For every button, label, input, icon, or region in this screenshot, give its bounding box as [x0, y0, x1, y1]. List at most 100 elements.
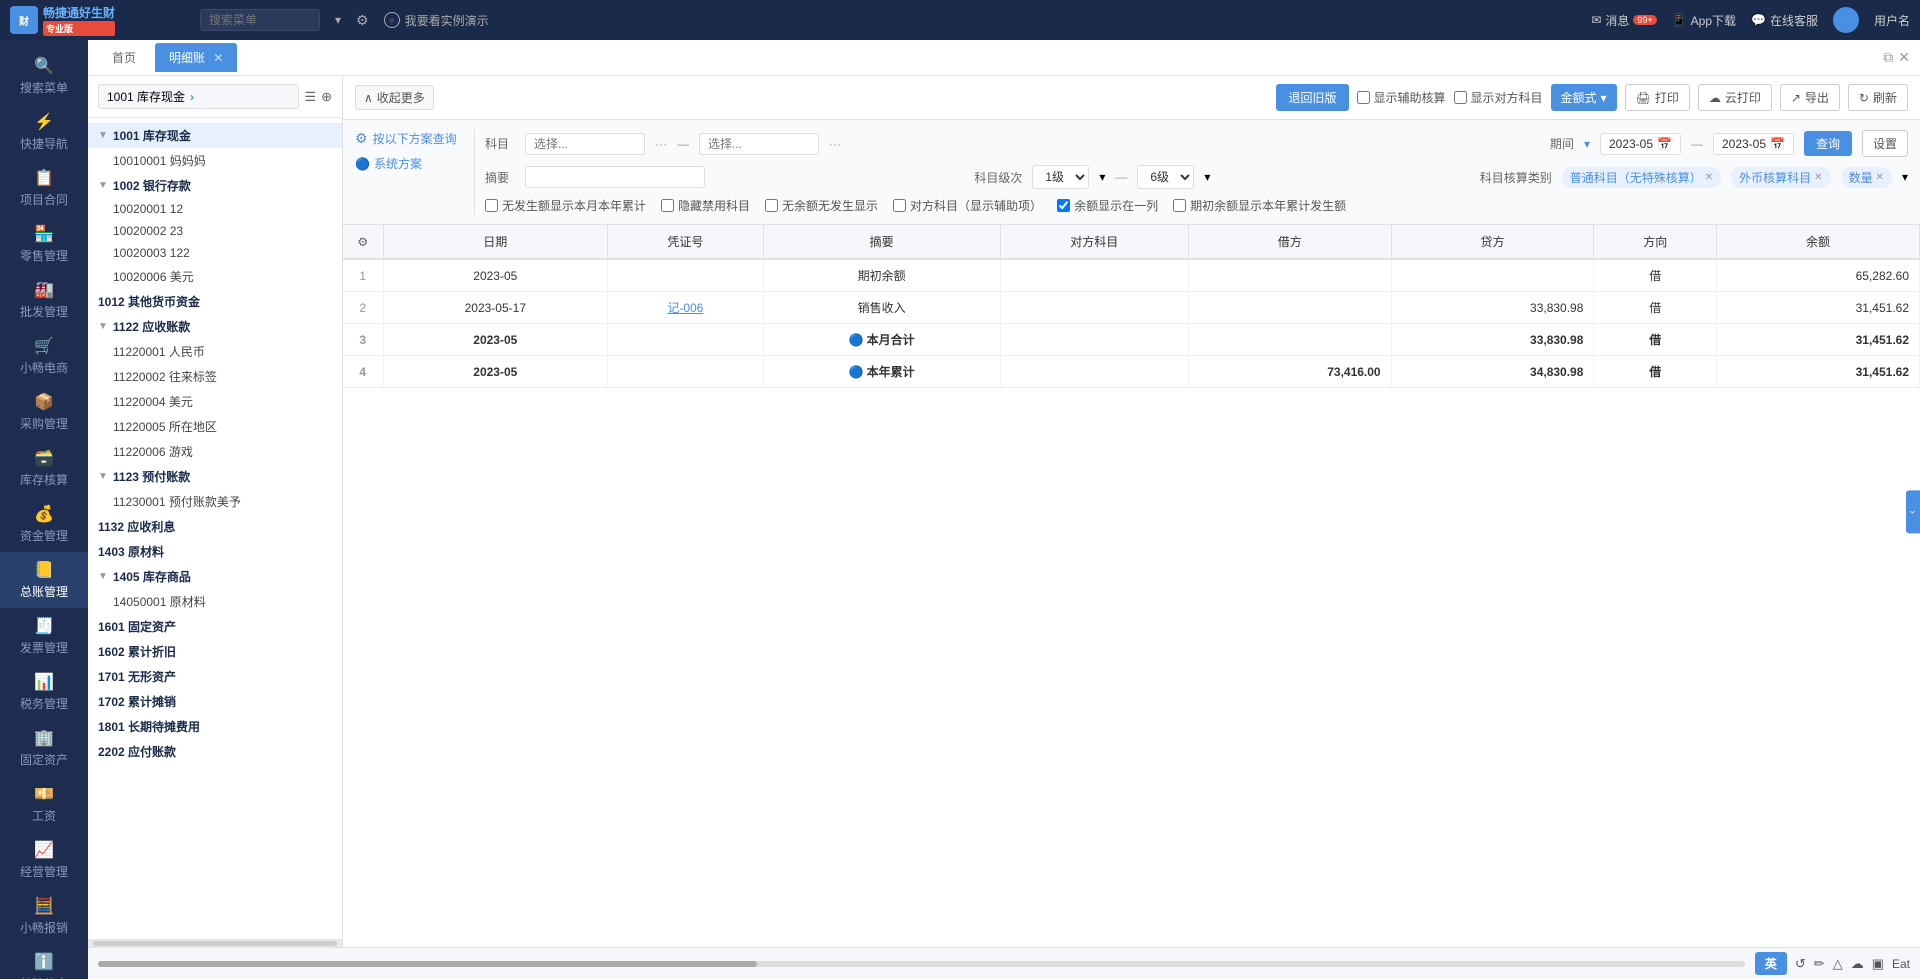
tree-item-11230001[interactable]: 11230001 预付账款美予	[88, 489, 342, 514]
show-contra-checkbox[interactable]	[1454, 91, 1467, 104]
sidebar-item-basic-info[interactable]: ℹ️ 基础信息	[0, 944, 88, 979]
sidebar-item-search[interactable]: 🔍 搜索菜单	[0, 48, 88, 104]
amount-format-btn[interactable]: 金额式 ▾	[1551, 84, 1617, 111]
lang-switch-btn[interactable]: 英	[1755, 952, 1787, 975]
tree-item-1132[interactable]: 1132 应收利息	[88, 514, 342, 539]
tree-item-11220006[interactable]: 11220006 游戏	[88, 439, 342, 464]
level-to-select[interactable]: 6级	[1137, 165, 1194, 189]
tag-close-quantity[interactable]: ✕	[1876, 172, 1884, 183]
tree-item-1801[interactable]: 1801 长期待摊费用	[88, 714, 342, 739]
tab-close-icon[interactable]: ✕	[213, 51, 223, 65]
sidebar-item-sales-report[interactable]: 🧮 小畅报销	[0, 888, 88, 944]
user-avatar[interactable]	[1833, 7, 1859, 33]
query-btn[interactable]: 查询	[1804, 131, 1852, 156]
topbar-settings-icon[interactable]: ⚙	[356, 12, 369, 29]
opt-opening-cb[interactable]	[1173, 199, 1186, 212]
th-settings[interactable]: ⚙	[343, 225, 383, 259]
app-download-btn[interactable]: 📱 App下载	[1672, 12, 1736, 29]
tree-item-1403[interactable]: 1403 原材料	[88, 539, 342, 564]
sidebar-item-wholesale[interactable]: 🏭 批发管理	[0, 272, 88, 328]
tree-item-1701[interactable]: 1701 无形资产	[88, 664, 342, 689]
collapse-btn[interactable]: ∧ 收起更多	[355, 85, 434, 110]
level-from-select[interactable]: 1级	[1032, 165, 1089, 189]
opt-balance-col-cb[interactable]	[1057, 199, 1070, 212]
sidebar-item-purchase[interactable]: 📦 采购管理	[0, 384, 88, 440]
tab-home[interactable]: 首页	[98, 43, 150, 72]
sidebar-item-invoice[interactable]: 🧾 发票管理	[0, 608, 88, 664]
print-btn[interactable]: 🖨 打印	[1625, 84, 1690, 111]
tree-item-1123[interactable]: ▼ 1123 预付账款	[88, 464, 342, 489]
summary-input[interactable]	[525, 166, 705, 188]
tree-item-10020003[interactable]: 10020003 122	[88, 242, 342, 264]
topbar-dropdown-btn[interactable]: ▾	[335, 13, 341, 27]
bottom-icon-5[interactable]: ▣	[1872, 956, 1884, 972]
sidebar-item-capital[interactable]: 💰 资金管理	[0, 496, 88, 552]
cloud-print-btn[interactable]: ☁ 云打印	[1698, 84, 1772, 111]
tag-close-normal[interactable]: ✕	[1705, 172, 1713, 183]
tree-item-1122[interactable]: ▼ 1122 应收账款	[88, 314, 342, 339]
opt-contra[interactable]: 对方科目（显示辅助项）	[893, 197, 1042, 214]
tree-item-11220002[interactable]: 11220002 往来标签	[88, 364, 342, 389]
opt-no-occurrence-cb[interactable]	[485, 199, 498, 212]
opt-no-balance-cb[interactable]	[765, 199, 778, 212]
tree-item-10010001[interactable]: 10010001 妈妈妈	[88, 148, 342, 173]
tree-item-1002[interactable]: ▼ 1002 银行存款	[88, 173, 342, 198]
sidebar-item-inventory[interactable]: 🗃️ 库存核算	[0, 440, 88, 496]
tab-close-all-btn[interactable]: ✕	[1898, 49, 1910, 66]
tree-item-10020001[interactable]: 10020001 12	[88, 198, 342, 220]
tree-item-1001[interactable]: ▼ 1001 库存现金	[88, 123, 342, 148]
filter-toggle-icon[interactable]: ⊕	[321, 89, 332, 105]
tree-item-1602[interactable]: 1602 累计折旧	[88, 639, 342, 664]
show-aux-label[interactable]: 显示辅助核算	[1357, 89, 1446, 106]
opt-hide-disabled[interactable]: 隐藏禁用科目	[661, 197, 750, 214]
sidebar-item-project[interactable]: 📋 项目合同	[0, 160, 88, 216]
sidebar-item-assets[interactable]: 🏢 固定资产	[0, 720, 88, 776]
period-dropdown-icon[interactable]: ▾	[1584, 137, 1590, 151]
subject-input-from[interactable]	[525, 133, 645, 155]
bottom-icon-2[interactable]: ✏	[1814, 956, 1825, 972]
tree-item-14050001[interactable]: 14050001 原材料	[88, 589, 342, 614]
right-panel-toggle[interactable]: ›	[1906, 490, 1920, 533]
sidebar-item-tax[interactable]: 📊 税务管理	[0, 664, 88, 720]
bottom-icon-1[interactable]: ↺	[1795, 956, 1806, 972]
sidebar-item-ecommerce[interactable]: 🛒 小畅电商	[0, 328, 88, 384]
settings-btn[interactable]: 设置	[1862, 130, 1908, 157]
tab-restore-btn[interactable]: ⧉	[1883, 49, 1893, 66]
opt-balance-col[interactable]: 余额显示在一列	[1057, 197, 1158, 214]
tree-item-11220004[interactable]: 11220004 美元	[88, 389, 342, 414]
opt-hide-disabled-cb[interactable]	[661, 199, 674, 212]
sidebar-item-retail[interactable]: 🏪 零售管理	[0, 216, 88, 272]
tree-item-11220005[interactable]: 11220005 所在地区	[88, 414, 342, 439]
return-old-btn[interactable]: 退回旧版	[1276, 84, 1348, 111]
bottom-icon-4[interactable]: ☁	[1851, 956, 1864, 972]
sidebar-item-ledger[interactable]: 📒 总账管理	[0, 552, 88, 608]
export-btn[interactable]: ↗ 导出	[1780, 84, 1840, 111]
period-from-input[interactable]: 2023-05 📅	[1600, 133, 1681, 155]
opt-no-balance[interactable]: 无余额无发生显示	[765, 197, 878, 214]
tree-item-11220001[interactable]: 11220001 人民币	[88, 339, 342, 364]
table-gear-icon[interactable]: ⚙	[357, 235, 368, 249]
tree-item-10020006[interactable]: 10020006 美元	[88, 264, 342, 289]
opt-contra-cb[interactable]	[893, 199, 906, 212]
tab-detail[interactable]: 明细账 ✕	[155, 43, 237, 72]
demo-link[interactable]: ○ 我要看实例演示	[384, 12, 489, 29]
tree-item-2202[interactable]: 2202 应付账款	[88, 739, 342, 764]
tree-item-1702[interactable]: 1702 累计摊销	[88, 689, 342, 714]
opt-no-occurrence[interactable]: 无发生额显示本月本年累计	[485, 197, 646, 214]
category-dropdown-icon[interactable]: ▾	[1902, 170, 1908, 184]
message-btn[interactable]: ✉ 消息 99+	[1591, 12, 1656, 29]
bottom-icon-3[interactable]: △	[1833, 956, 1843, 972]
voucher-link[interactable]: 记-006	[667, 301, 703, 315]
online-service-btn[interactable]: 💬 在线客服	[1751, 12, 1818, 29]
sidebar-item-salary[interactable]: 💴 工资	[0, 776, 88, 832]
sidebar-item-quick-nav[interactable]: ⚡ 快捷导航	[0, 104, 88, 160]
tree-item-1405[interactable]: ▼ 1405 库存商品	[88, 564, 342, 589]
show-contra-label[interactable]: 显示对方科目	[1454, 89, 1543, 106]
opt-opening[interactable]: 期初余额显示本年累计发生额	[1173, 197, 1346, 214]
tree-item-10020002[interactable]: 10020002 23	[88, 220, 342, 242]
refresh-btn[interactable]: ↻ 刷新	[1848, 84, 1908, 111]
show-aux-checkbox[interactable]	[1357, 91, 1370, 104]
username-label[interactable]: 用户名	[1874, 12, 1910, 29]
list-icon[interactable]: ☰	[304, 89, 316, 105]
tag-quantity[interactable]: 数量 ✕	[1841, 167, 1892, 188]
